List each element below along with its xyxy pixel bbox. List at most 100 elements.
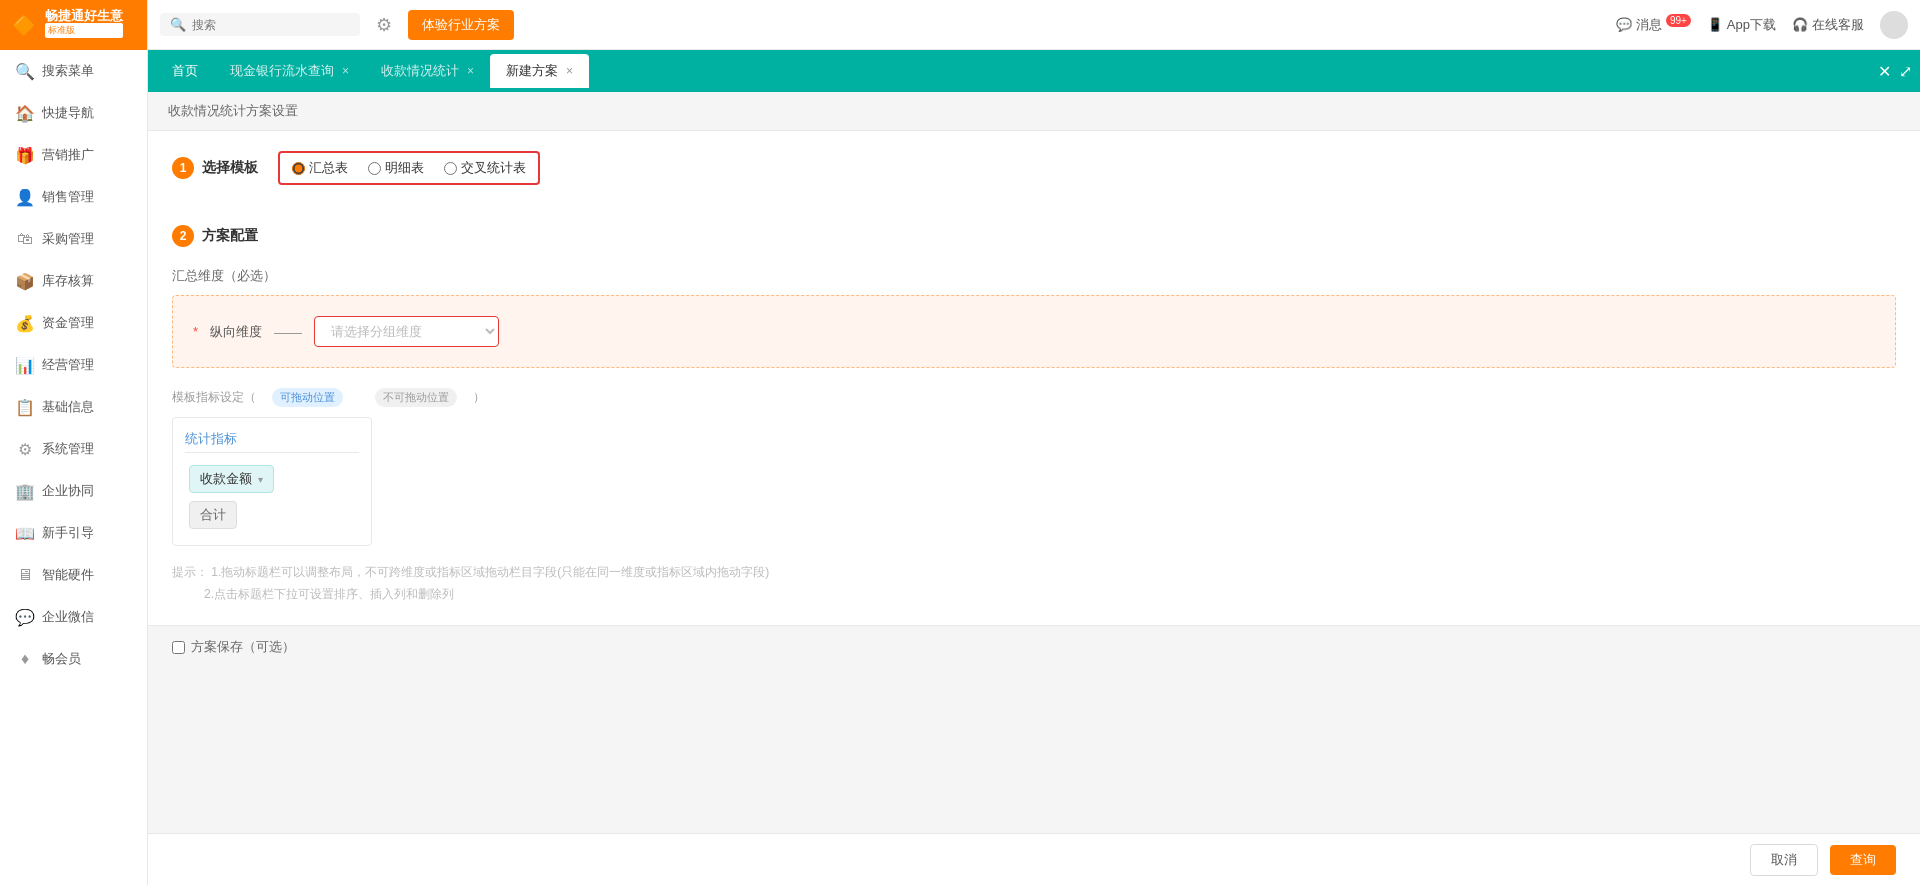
- metrics-group-label: 统计指标: [185, 430, 359, 453]
- home-icon: 🏠: [16, 104, 34, 122]
- radio-summary-label: 汇总表: [309, 159, 348, 177]
- message-label: 消息: [1636, 16, 1662, 34]
- footer-checkbox-row: 方案保存（可选）: [172, 638, 1896, 656]
- sidebar-item-label: 采购管理: [42, 230, 94, 248]
- message-icon: 💬: [1616, 17, 1632, 32]
- sidebar-item-search[interactable]: 🔍 搜索菜单: [0, 50, 147, 92]
- sidebar-item-system[interactable]: ⚙ 系统管理: [0, 428, 147, 470]
- dimension-name: 纵向维度: [210, 323, 262, 341]
- sidebar-item-quick-nav[interactable]: 🏠 快捷导航: [0, 92, 147, 134]
- wechat-icon: 💬: [16, 608, 34, 626]
- topbar-search-box[interactable]: 🔍: [160, 13, 360, 36]
- sidebar-item-enterprise[interactable]: 🏢 企业协同: [0, 470, 147, 512]
- search-input[interactable]: [192, 18, 332, 32]
- radio-detail-input[interactable]: [368, 162, 381, 175]
- radio-summary[interactable]: 汇总表: [292, 159, 348, 177]
- sidebar-item-label: 营销推广: [42, 146, 94, 164]
- sidebar-logo: 🔶 畅捷通好生意 标准版: [0, 0, 147, 50]
- search-icon: 🔍: [170, 17, 186, 32]
- metric-sub-tag-total-label: 合计: [200, 506, 226, 524]
- gear-icon: ⚙: [16, 440, 34, 458]
- sidebar-item-label: 快捷导航: [42, 104, 94, 122]
- dimension-arrow: ——: [274, 324, 302, 340]
- sidebar-item-label: 资金管理: [42, 314, 94, 332]
- required-mark: *: [193, 324, 198, 339]
- download-icon: 📱: [1707, 17, 1723, 32]
- metric-tag-amount[interactable]: 收款金额 ▾: [189, 465, 274, 493]
- service-action[interactable]: 🎧 在线客服: [1792, 16, 1864, 34]
- save-label: 方案保存（可选）: [191, 638, 295, 656]
- tab-stats-close[interactable]: ×: [467, 64, 474, 78]
- sidebar-item-wechat[interactable]: 💬 企业微信: [0, 596, 147, 638]
- sidebar-item-operations[interactable]: 📊 经营管理: [0, 344, 147, 386]
- dimension-select[interactable]: 请选择分组维度: [314, 316, 499, 347]
- metrics-close-bracket: ）: [473, 389, 485, 406]
- step2-section: 2 方案配置 汇总维度（必选） * 纵向维度 —— 请选择分组维度 模板指标设定…: [148, 225, 1920, 625]
- cancel-button[interactable]: 取消: [1750, 844, 1818, 876]
- sidebar-item-member[interactable]: ♦ 畅会员: [0, 638, 147, 680]
- money-icon: 💰: [16, 314, 34, 332]
- radio-cross-label: 交叉统计表: [461, 159, 526, 177]
- close-all-icon[interactable]: ✕: [1878, 62, 1891, 81]
- settings-icon[interactable]: ⚙: [372, 10, 396, 40]
- form-section: 1 选择模板 汇总表 明细表 交叉统计表: [148, 131, 1920, 225]
- sidebar-item-sales[interactable]: 👤 销售管理: [0, 176, 147, 218]
- sidebar-item-basic-info[interactable]: 📋 基础信息: [0, 386, 147, 428]
- sidebar: 🔶 畅捷通好生意 标准版 🔍 搜索菜单 🏠 快捷导航 🎁 营销推广 👤 销售管理…: [0, 0, 148, 885]
- sidebar-item-label: 新手引导: [42, 524, 94, 542]
- radio-detail-label: 明细表: [385, 159, 424, 177]
- enterprise-icon: 🏢: [16, 482, 34, 500]
- expand-icon[interactable]: ⤢: [1899, 62, 1912, 81]
- message-badge: 99+: [1666, 14, 1691, 27]
- tab-home[interactable]: 首页: [156, 54, 214, 88]
- step1-label: 选择模板: [202, 159, 258, 177]
- sidebar-item-hardware[interactable]: 🖥 智能硬件: [0, 554, 147, 596]
- metrics-container: 统计指标 收款金额 ▾ 合计: [172, 417, 372, 546]
- tips-section: 提示： 1.拖动标题栏可以调整布局，不可跨维度或指标区域拖动栏目字段(只能在同一…: [172, 562, 1896, 605]
- step2-badge: 2: [172, 225, 194, 247]
- radio-cross-input[interactable]: [444, 162, 457, 175]
- sidebar-item-inventory[interactable]: 📦 库存核算: [0, 260, 147, 302]
- draggable-badge: 可拖动位置: [272, 388, 343, 407]
- dimension-section-label: 汇总维度（必选）: [172, 267, 1896, 285]
- tab-stats[interactable]: 收款情况统计 ×: [365, 54, 490, 88]
- sidebar-item-purchase[interactable]: 🛍 采购管理: [0, 218, 147, 260]
- search-icon: 🔍: [16, 62, 34, 80]
- tab-bank[interactable]: 现金银行流水查询 ×: [214, 54, 365, 88]
- service-label: 在线客服: [1812, 16, 1864, 34]
- tab-new-label: 新建方案: [506, 62, 558, 80]
- sales-icon: 👤: [16, 188, 34, 206]
- message-action[interactable]: 💬 消息 99+: [1616, 16, 1691, 34]
- radio-summary-input[interactable]: [292, 162, 305, 175]
- tab-bank-label: 现金银行流水查询: [230, 62, 334, 80]
- metric-tag-amount-label: 收款金额: [200, 470, 252, 488]
- gift-icon: 🎁: [16, 146, 34, 164]
- user-avatar[interactable]: [1880, 11, 1908, 39]
- sidebar-item-label: 企业微信: [42, 608, 94, 626]
- query-button[interactable]: 查询: [1830, 845, 1896, 875]
- trial-button[interactable]: 体验行业方案: [408, 10, 514, 40]
- main-area: 🔍 ⚙ 体验行业方案 💬 消息 99+ 📱 App下载 🎧 在线客服 首页: [148, 0, 1920, 885]
- member-icon: ♦: [16, 650, 34, 668]
- sidebar-nav: 🔍 搜索菜单 🏠 快捷导航 🎁 营销推广 👤 销售管理 🛍 采购管理 📦 库存核…: [0, 50, 147, 885]
- download-action[interactable]: 📱 App下载: [1707, 16, 1776, 34]
- metric-sub-tag-total: 合计: [189, 501, 237, 529]
- radio-detail[interactable]: 明细表: [368, 159, 424, 177]
- tab-new-close[interactable]: ×: [566, 64, 573, 78]
- guide-icon: 📖: [16, 524, 34, 542]
- logo-icon: 🔶: [12, 13, 37, 37]
- radio-cross[interactable]: 交叉统计表: [444, 159, 526, 177]
- sidebar-item-label: 销售管理: [42, 188, 94, 206]
- sidebar-item-marketing[interactable]: 🎁 营销推广: [0, 134, 147, 176]
- save-checkbox[interactable]: [172, 641, 185, 654]
- page-footer: 方案保存（可选）: [148, 625, 1920, 668]
- tab-bank-close[interactable]: ×: [342, 64, 349, 78]
- sidebar-item-label: 基础信息: [42, 398, 94, 416]
- app-badge: 标准版: [45, 23, 123, 38]
- tips-prefix: 提示：: [172, 565, 208, 579]
- tab-new[interactable]: 新建方案 ×: [490, 54, 589, 88]
- sidebar-item-guide[interactable]: 📖 新手引导: [0, 512, 147, 554]
- step1-row: 1 选择模板 汇总表 明细表 交叉统计表: [172, 151, 1896, 185]
- sidebar-item-finance[interactable]: 💰 资金管理: [0, 302, 147, 344]
- tips-line1: 1.拖动标题栏可以调整布局，不可跨维度或指标区域拖动栏目字段(只能在同一维度或指…: [211, 565, 769, 579]
